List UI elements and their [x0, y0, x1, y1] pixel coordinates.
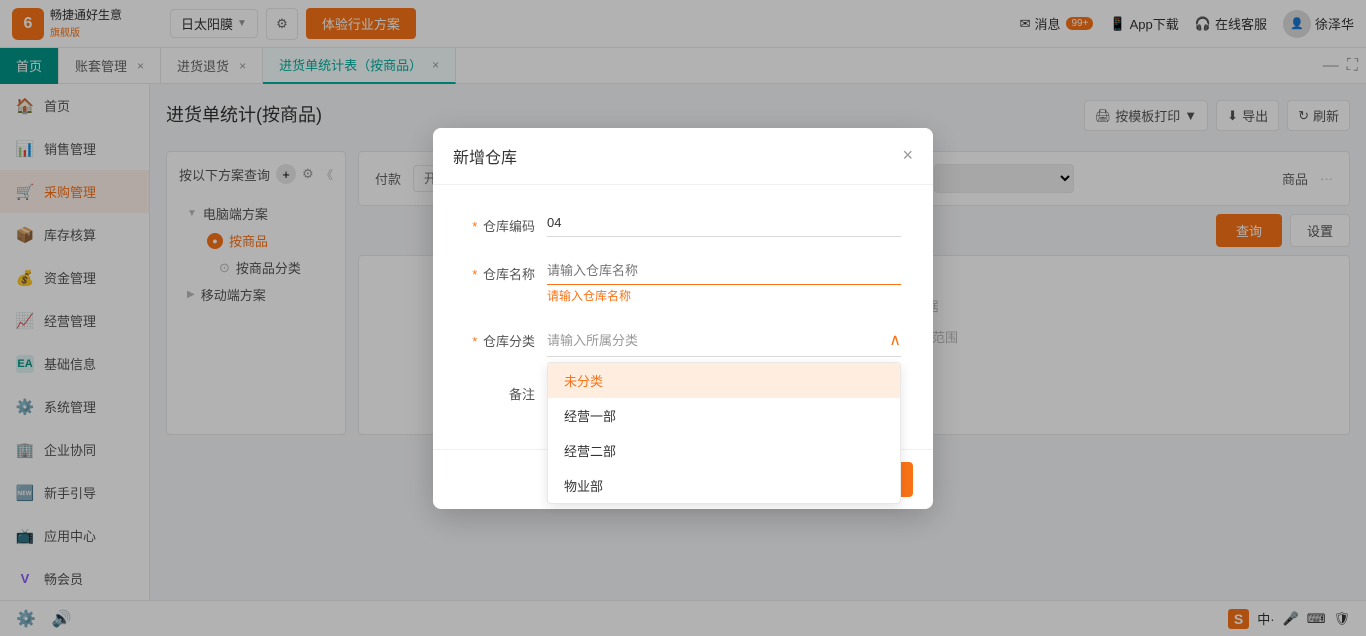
dialog-new-warehouse: 新增仓库 × * 仓库编码 * 仓库名称 [433, 128, 933, 509]
modal-overlay[interactable]: 新增仓库 × * 仓库编码 * 仓库名称 [0, 0, 1366, 636]
category-dropdown[interactable]: 请输入所属分类 ∧ [547, 324, 901, 357]
dialog-body: * 仓库编码 * 仓库名称 请输入仓库名称 [433, 185, 933, 449]
category-option-none[interactable]: 未分类 [548, 363, 900, 398]
name-input[interactable] [547, 257, 901, 285]
dialog-title: 新增仓库 [453, 144, 517, 168]
category-placeholder: 请输入所属分类 [547, 330, 638, 349]
form-row-code: * 仓库编码 [465, 209, 901, 237]
name-error-msg: 请输入仓库名称 [547, 287, 901, 304]
note-label: 备注 [465, 377, 535, 403]
code-field [547, 209, 901, 237]
form-row-category: * 仓库分类 请输入所属分类 ∧ 未分类 经营一部 经营二部 物业部 [465, 324, 901, 357]
category-dropdown-list: 未分类 经营一部 经营二部 物业部 [547, 362, 901, 504]
name-label: * 仓库名称 [465, 257, 535, 283]
category-option-dept3[interactable]: 物业部 [548, 468, 900, 503]
dropdown-up-icon: ∧ [889, 330, 901, 350]
category-field: 请输入所属分类 ∧ 未分类 经营一部 经营二部 物业部 [547, 324, 901, 357]
name-field: 请输入仓库名称 [547, 257, 901, 304]
category-option-dept2[interactable]: 经营二部 [548, 433, 900, 468]
category-option-dept1[interactable]: 经营一部 [548, 398, 900, 433]
code-input[interactable] [547, 209, 901, 237]
form-row-name: * 仓库名称 请输入仓库名称 [465, 257, 901, 304]
dialog-close-button[interactable]: × [902, 145, 913, 166]
category-label: * 仓库分类 [465, 324, 535, 350]
code-label: * 仓库编码 [465, 209, 535, 235]
dialog-header: 新增仓库 × [433, 128, 933, 185]
